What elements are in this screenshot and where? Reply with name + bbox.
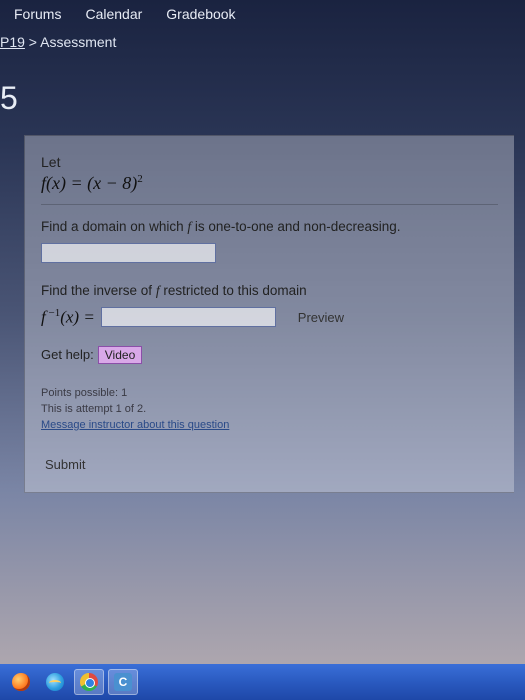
domain-input[interactable] xyxy=(41,243,216,263)
question-meta: Points possible: 1 This is attempt 1 of … xyxy=(41,386,498,434)
attempt-info: This is attempt 1 of 2. xyxy=(41,402,498,418)
breadcrumb-link[interactable]: P19 xyxy=(0,34,25,50)
app-c-icon[interactable]: C xyxy=(108,669,138,695)
gethelp-label: Get help: xyxy=(41,347,94,362)
question-card: Let f(x) = (x − 8)2 Find a domain on whi… xyxy=(24,135,514,493)
nav-gradebook[interactable]: Gradebook xyxy=(166,6,235,22)
breadcrumb-sep: > xyxy=(25,34,40,50)
chrome-icon[interactable] xyxy=(74,669,104,695)
prompt-inverse: Find the inverse of f restricted to this… xyxy=(41,283,498,299)
let-label: Let xyxy=(41,154,498,170)
firefox-icon[interactable] xyxy=(6,669,36,695)
inverse-lhs: f −1(x) = xyxy=(41,307,95,328)
breadcrumb: P19 > Assessment xyxy=(0,30,525,50)
top-nav: Forums Calendar Gradebook xyxy=(0,0,525,30)
fx-base: f(x) = (x − 8) xyxy=(41,173,137,193)
preview-button[interactable]: Preview xyxy=(298,310,344,325)
video-button[interactable]: Video xyxy=(98,346,142,364)
ie-icon[interactable] xyxy=(40,669,70,695)
function-definition: f(x) = (x − 8)2 xyxy=(41,173,498,194)
message-instructor-link[interactable]: Message instructor about this question xyxy=(41,419,229,431)
fx-exponent: 2 xyxy=(137,173,143,185)
nav-calendar[interactable]: Calendar xyxy=(85,6,142,22)
breadcrumb-current: Assessment xyxy=(40,34,116,50)
points-possible: Points possible: 1 xyxy=(41,386,498,402)
divider xyxy=(41,204,498,205)
inverse-input[interactable] xyxy=(101,307,276,327)
score-display: 5 xyxy=(0,50,525,135)
nav-forums[interactable]: Forums xyxy=(14,6,61,22)
prompt-domain: Find a domain on which f is one-to-one a… xyxy=(41,219,498,235)
taskbar: C xyxy=(0,664,525,700)
submit-button[interactable]: Submit xyxy=(41,453,89,476)
